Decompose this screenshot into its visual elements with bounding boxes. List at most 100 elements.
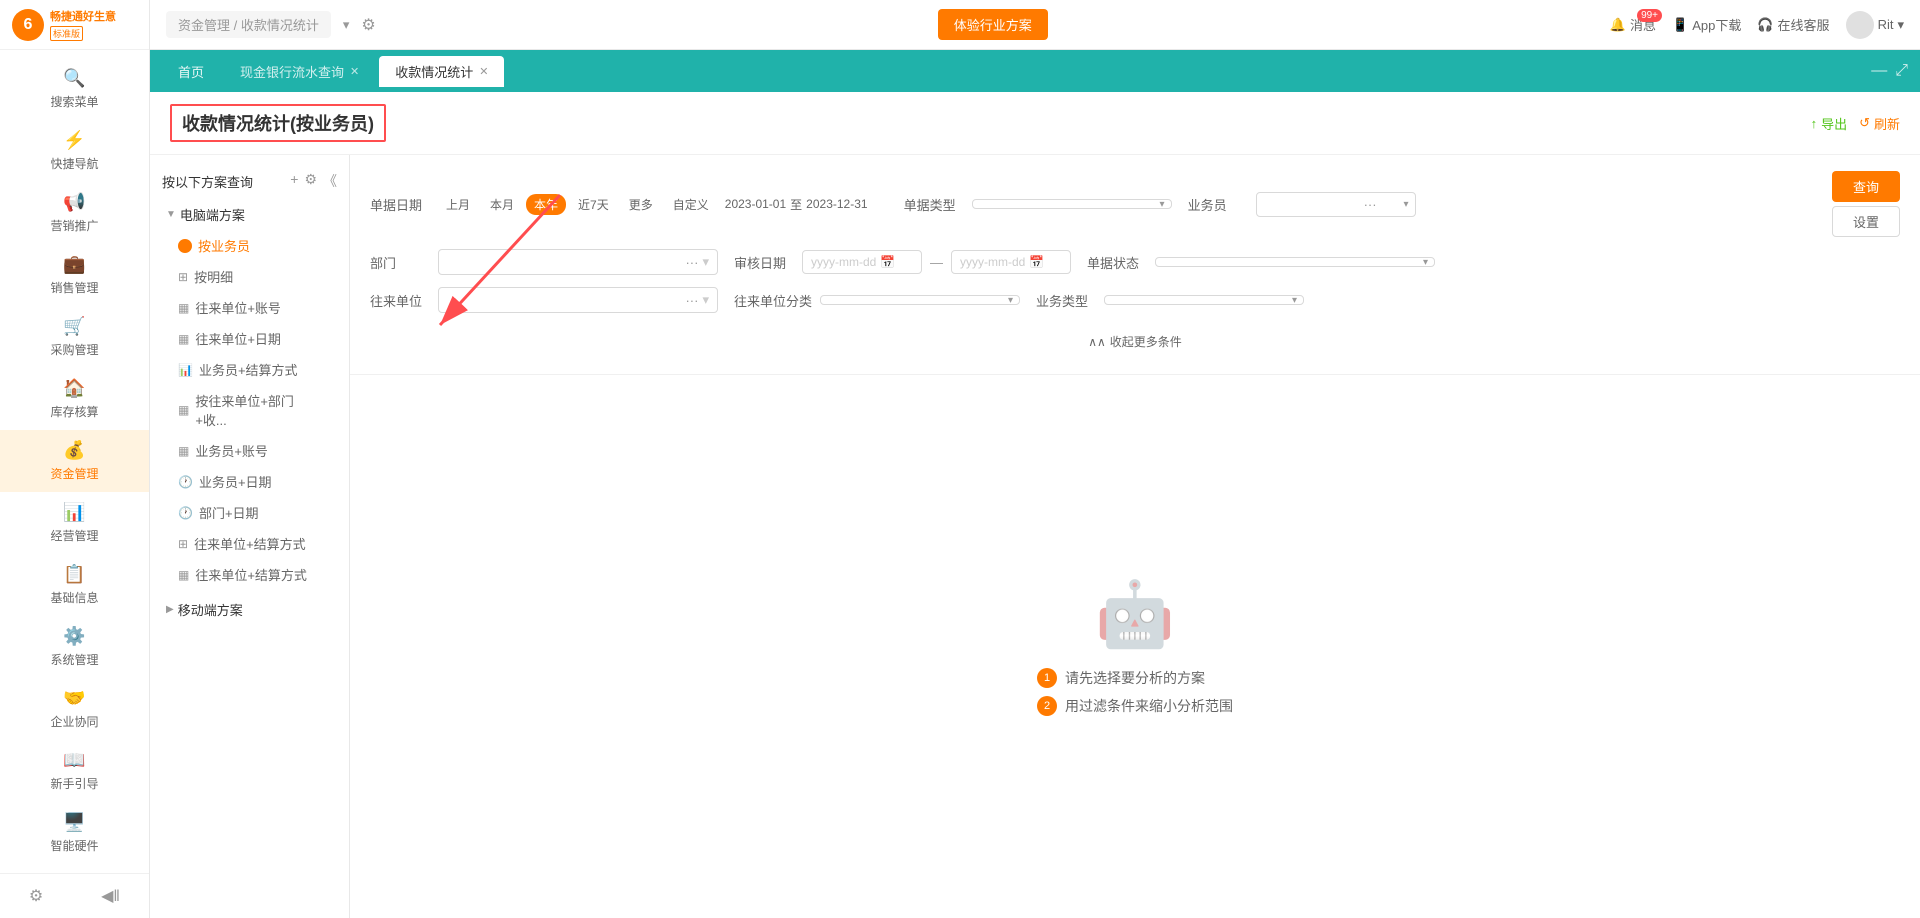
panel-collapse-btn[interactable]: 《 <box>323 171 337 191</box>
marketing-icon: 📢 <box>63 192 85 213</box>
audit-date-separator: — <box>930 255 943 270</box>
app-download-btn[interactable]: 📱 App下载 <box>1672 15 1741 34</box>
tab-bank-flow-close[interactable]: ✕ <box>350 65 359 78</box>
user-menu[interactable]: Rit ▾ <box>1846 11 1904 39</box>
salesman-select[interactable]: ··· <box>1256 192 1416 217</box>
date-start-value: 2023-01-01 <box>725 197 786 211</box>
date-tab-custom[interactable]: 自定义 <box>665 194 717 215</box>
doc-status-select[interactable] <box>1155 257 1435 267</box>
notification-icon: 🔔 <box>1610 17 1626 33</box>
sidebar-item-finance[interactable]: 💰 资金管理 <box>0 430 149 492</box>
scheme-item-label: 往来单位+结算方式 <box>194 534 306 553</box>
scheme-item-unit-account[interactable]: ▦ 往来单位+账号 <box>158 292 341 323</box>
filter-counterpart-label: 往来单位 <box>370 291 430 310</box>
trial-button[interactable]: 体验行业方案 <box>938 9 1048 40</box>
scheme-item-icon-chart: 📊 <box>178 363 193 377</box>
enterprise-icon: 🤝 <box>63 688 85 709</box>
sidebar-item-system[interactable]: ⚙️ 系统管理 <box>0 616 149 678</box>
breadcrumb-dropdown-icon[interactable]: ▾ <box>343 17 350 33</box>
export-icon: ↑ <box>1811 116 1818 131</box>
scheme-item-unit-payment2[interactable]: ▦ 往来单位+结算方式 <box>158 559 341 590</box>
dept-select[interactable]: ··· ▾ <box>438 249 718 275</box>
sidebar-item-label: 快捷导航 <box>50 155 98 172</box>
doc-type-select[interactable] <box>972 199 1172 209</box>
sidebar-item-purchase[interactable]: 🛒 采购管理 <box>0 306 149 368</box>
tab-home[interactable]: 首页 <box>162 56 220 87</box>
tab-receipt-stat-label: 收款情况统计 <box>395 62 473 81</box>
audit-date-start-placeholder: yyyy-mm-dd <box>811 255 876 269</box>
scheme-item-unit-dept[interactable]: ▦ 按往来单位+部门+收... <box>158 385 341 435</box>
scheme-item-salesman-account[interactable]: ▦ 业务员+账号 <box>158 435 341 466</box>
data-area: 🤖 1 请先选择要分析的方案 2 用过滤条件来缩小分析范围 <box>350 375 1920 918</box>
salesman-more-icon: ··· <box>1364 197 1377 212</box>
sidebar-item-sales[interactable]: 💼 销售管理 <box>0 244 149 306</box>
scheme-settings-btn[interactable]: ⚙ <box>304 171 317 191</box>
tab-receipt-stat[interactable]: 收款情况统计 ✕ <box>379 56 504 87</box>
scheme-item-unit-payment1[interactable]: ⊞ 往来单位+结算方式 <box>158 528 341 559</box>
business-type-select[interactable] <box>1104 295 1304 305</box>
sidebar-item-inventory[interactable]: 🏠 库存核算 <box>0 368 149 430</box>
tab-maximize-btn[interactable]: ⤢ <box>1895 62 1908 80</box>
export-btn[interactable]: ↑ 导出 <box>1811 114 1848 133</box>
scheme-group-mobile: ▶ 移动端方案 <box>158 594 341 625</box>
filter-audit-date-label: 审核日期 <box>734 253 794 272</box>
collapse-icon: ∧∧ <box>1088 335 1106 349</box>
notification-btn[interactable]: 🔔 消息 99+ <box>1610 15 1656 34</box>
scheme-item-icon-table5: ▦ <box>178 568 189 582</box>
scheme-item-by-salesman[interactable]: 按业务员 <box>158 230 341 261</box>
inventory-icon: 🏠 <box>63 378 85 399</box>
sidebar-item-operation[interactable]: 📊 经营管理 <box>0 492 149 554</box>
query-button[interactable]: 查询 <box>1832 171 1900 202</box>
scheme-item-salesman-payment[interactable]: 📊 业务员+结算方式 <box>158 354 341 385</box>
audit-date-end[interactable]: yyyy-mm-dd 📅 <box>951 250 1071 274</box>
date-tab-this-year[interactable]: 本年 <box>526 194 566 215</box>
filter-doc-status-label: 单据状态 <box>1087 253 1147 272</box>
scheme-item-label: 业务员+日期 <box>199 472 272 491</box>
scheme-item-salesman-date[interactable]: 🕐 业务员+日期 <box>158 466 341 497</box>
date-tab-more[interactable]: 更多 <box>621 194 661 215</box>
date-tab-last-month[interactable]: 上月 <box>438 194 478 215</box>
counterpart-category-select[interactable] <box>820 295 1020 305</box>
scheme-item-detail[interactable]: ⊞ 按明细 <box>158 261 341 292</box>
sidebar-item-marketing[interactable]: 📢 营销推广 <box>0 182 149 244</box>
left-panel-actions: + ⚙ 《 <box>290 171 337 191</box>
sidebar-item-basic[interactable]: 📋 基础信息 <box>0 554 149 616</box>
sidebar-collapse-btn[interactable]: ◀‖ <box>101 886 120 906</box>
date-tab-7days[interactable]: 近7天 <box>570 194 617 215</box>
sidebar-item-hardware[interactable]: 🖥️ 智能硬件 <box>0 802 149 864</box>
online-service-btn[interactable]: 🎧 在线客服 <box>1757 15 1829 34</box>
tab-bank-flow[interactable]: 现金银行流水查询 ✕ <box>224 56 375 87</box>
purchase-icon: 🛒 <box>63 316 85 337</box>
filter-area: 单据日期 上月 本月 本年 近7天 更多 自定义 <box>350 155 1920 375</box>
audit-date-end-placeholder: yyyy-mm-dd <box>960 255 1025 269</box>
sidebar-footer: ⚙ ◀‖ <box>0 873 149 918</box>
refresh-btn[interactable]: ↺ 刷新 <box>1859 114 1900 133</box>
audit-date-start[interactable]: yyyy-mm-dd 📅 <box>802 250 922 274</box>
collapse-btn[interactable]: ∧∧ 收起更多条件 <box>370 325 1900 358</box>
filter-salesman: 业务员 ··· <box>1188 192 1416 217</box>
sidebar-item-guide[interactable]: 📖 新手引导 <box>0 740 149 802</box>
settings-button[interactable]: 设置 <box>1832 206 1900 237</box>
sidebar-item-label: 搜索菜单 <box>50 93 98 110</box>
scheme-group-mobile-title[interactable]: ▶ 移动端方案 <box>158 594 341 625</box>
scheme-group-desktop-title[interactable]: ▼ 电脑端方案 <box>158 199 341 230</box>
sidebar-item-enterprise[interactable]: 🤝 企业协同 <box>0 678 149 740</box>
date-tab-this-month[interactable]: 本月 <box>482 194 522 215</box>
tip-num-2: 2 <box>1037 696 1057 716</box>
sidebar-settings-btn[interactable]: ⚙ <box>29 886 43 906</box>
tab-receipt-stat-close[interactable]: ✕ <box>479 65 488 78</box>
sidebar-item-label: 系统管理 <box>50 651 98 668</box>
sidebar-item-label: 企业协同 <box>50 713 98 730</box>
sidebar-item-quick-nav[interactable]: ⚡ 快捷导航 <box>0 120 149 182</box>
header-settings-icon[interactable]: ⚙ <box>361 15 375 35</box>
scheme-item-dept-date[interactable]: 🕐 部门+日期 <box>158 497 341 528</box>
sidebar: 6 畅捷通好生意 标准版 🔍 搜索菜单 ⚡ 快捷导航 📢 营销推广 💼 销 <box>0 0 150 918</box>
sidebar-item-wechat[interactable]: 💬 企业微信 <box>0 864 149 873</box>
add-scheme-btn[interactable]: + <box>290 171 298 191</box>
scheme-item-unit-date[interactable]: ▦ 往来单位+日期 <box>158 323 341 354</box>
sidebar-item-search-menu[interactable]: 🔍 搜索菜单 <box>0 58 149 120</box>
counterpart-dropdown-icon: ▾ <box>702 292 709 308</box>
tab-minimize-btn[interactable]: — <box>1871 62 1887 80</box>
counterpart-select[interactable]: ··· ▾ <box>438 287 718 313</box>
scheme-item-label: 往来单位+日期 <box>195 329 281 348</box>
